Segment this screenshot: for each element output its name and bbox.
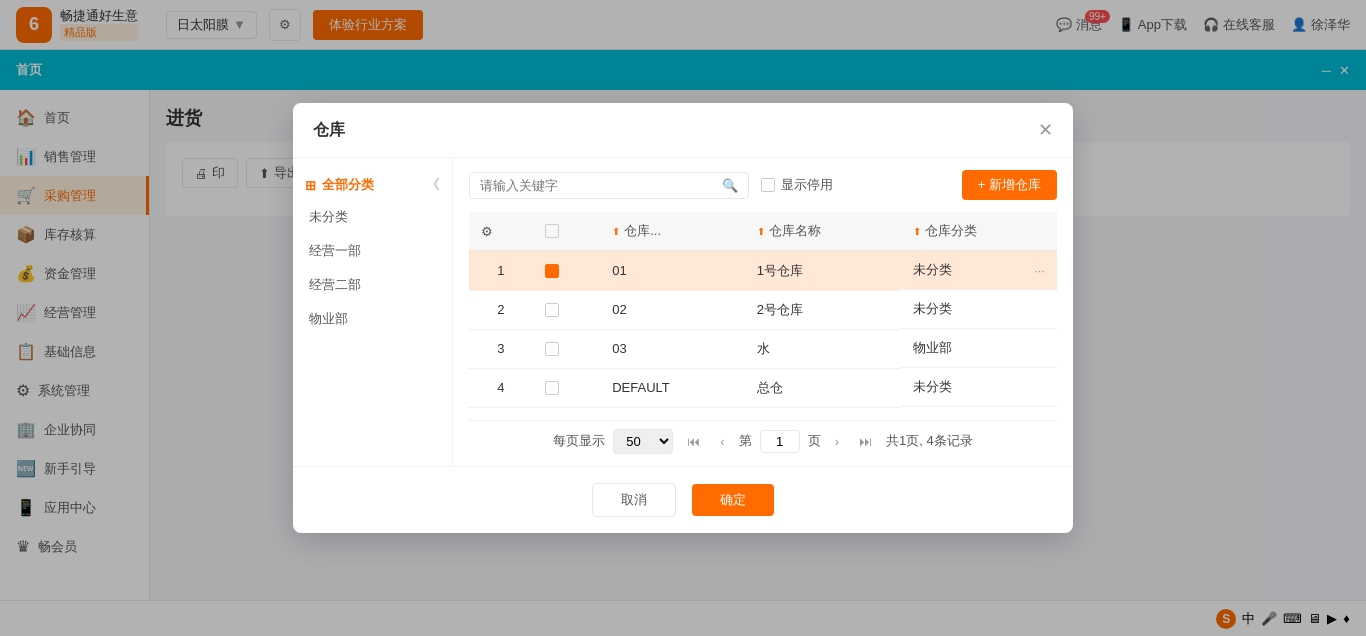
col-name: ⬆ 仓库名称 [745, 212, 901, 251]
row-checkbox-cell [533, 329, 600, 368]
page-suffix: 页 [808, 432, 821, 450]
search-input-wrap: 🔍 [469, 172, 749, 199]
row-num: 3 [469, 329, 533, 368]
first-page-button[interactable]: ⏮ [681, 432, 706, 451]
page-input[interactable] [760, 430, 800, 453]
row-code: DEFAULT [600, 368, 745, 407]
row-more-btn[interactable]: ··· [1034, 263, 1045, 278]
row-checkbox[interactable] [545, 342, 559, 356]
row-category: 物业部 [901, 329, 1057, 368]
row-checkbox-cell [533, 251, 600, 291]
warehouse-modal: 仓库 ✕ ⊞ 全部分类 《 未分类经营一部经营二部物业部 [293, 103, 1073, 533]
row-checkbox[interactable] [545, 381, 559, 395]
per-page-select[interactable]: 50 10 20 100 [613, 429, 673, 454]
modal-close-button[interactable]: ✕ [1038, 119, 1053, 141]
page-label: 第 [739, 432, 752, 450]
table-row[interactable]: 2 02 2号仓库 未分类 [469, 290, 1057, 329]
table-header-row: ⚙ ⬆ 仓库... ⬆ [469, 212, 1057, 251]
category-item-经营二部[interactable]: 经营二部 [293, 268, 452, 302]
category-item-经营一部[interactable]: 经营一部 [293, 234, 452, 268]
table-toolbar: 🔍 显示停用 + 新增仓库 [469, 170, 1057, 200]
row-num: 1 [469, 251, 533, 291]
row-code: 03 [600, 329, 745, 368]
category-item-物业部[interactable]: 物业部 [293, 302, 452, 336]
row-checkbox[interactable] [545, 264, 559, 278]
category-header: ⊞ 全部分类 《 [293, 170, 452, 200]
table-panel: 🔍 显示停用 + 新增仓库 ⚙ [453, 158, 1073, 466]
show-disabled-checkbox[interactable] [761, 178, 775, 192]
col-gear: ⚙ [469, 212, 533, 251]
table-row[interactable]: 1 01 1号仓库 未分类 ··· [469, 251, 1057, 291]
all-category-label: 全部分类 [322, 176, 374, 194]
all-category-item[interactable]: ⊞ 全部分类 [305, 176, 374, 194]
collapse-button[interactable]: 《 [426, 176, 440, 194]
row-name: 水 [745, 329, 901, 368]
show-disabled-label: 显示停用 [781, 176, 833, 194]
category-items: 未分类经营一部经营二部物业部 [293, 200, 452, 336]
table-head: ⚙ ⬆ 仓库... ⬆ [469, 212, 1057, 251]
row-checkbox[interactable] [545, 303, 559, 317]
confirm-button[interactable]: 确定 [692, 484, 774, 516]
row-checkbox-cell [533, 290, 600, 329]
show-disabled-toggle[interactable]: 显示停用 [761, 176, 833, 194]
cancel-button[interactable]: 取消 [592, 483, 676, 517]
sort-icon-cat: ⬆ [913, 226, 921, 237]
sort-icon-name: ⬆ [757, 226, 765, 237]
row-category: 未分类 [901, 368, 1057, 407]
header-checkbox[interactable] [545, 224, 559, 238]
page-total: 共1页, 4条记录 [886, 432, 973, 450]
col-category: ⬆ 仓库分类 [901, 212, 1057, 251]
table-row[interactable]: 3 03 水 物业部 [469, 329, 1057, 368]
prev-page-button[interactable]: ‹ [714, 432, 730, 451]
category-panel: ⊞ 全部分类 《 未分类经营一部经营二部物业部 [293, 158, 453, 466]
next-page-button[interactable]: › [829, 432, 845, 451]
table-body: 1 01 1号仓库 未分类 ··· 2 02 2号仓库 未分类 3 [469, 251, 1057, 408]
modal-header: 仓库 ✕ [293, 103, 1073, 158]
row-name: 2号仓库 [745, 290, 901, 329]
modal-title: 仓库 [313, 120, 345, 141]
col-code: ⬆ 仓库... [600, 212, 745, 251]
row-checkbox-cell [533, 368, 600, 407]
warehouse-table: ⚙ ⬆ 仓库... ⬆ [469, 212, 1057, 408]
last-page-button[interactable]: ⏭ [853, 432, 878, 451]
modal-footer: 取消 确定 [293, 466, 1073, 533]
pagination: 每页显示 50 10 20 100 ⏮ ‹ 第 页 › ⏭ 共1页, 4条记录 [469, 420, 1057, 454]
search-input[interactable] [480, 178, 722, 193]
grid-icon: ⊞ [305, 178, 316, 193]
row-category: 未分类 ··· [901, 251, 1057, 290]
row-category: 未分类 [901, 290, 1057, 329]
table-row[interactable]: 4 DEFAULT 总仓 未分类 [469, 368, 1057, 407]
row-name: 总仓 [745, 368, 901, 407]
gear-col-icon: ⚙ [481, 224, 493, 239]
row-code: 01 [600, 251, 745, 291]
table-container: ⚙ ⬆ 仓库... ⬆ [469, 212, 1057, 408]
category-item-未分类[interactable]: 未分类 [293, 200, 452, 234]
row-code: 02 [600, 290, 745, 329]
row-name: 1号仓库 [745, 251, 901, 291]
row-num: 2 [469, 290, 533, 329]
modal-body: ⊞ 全部分类 《 未分类经营一部经营二部物业部 🔍 [293, 158, 1073, 466]
search-icon[interactable]: 🔍 [722, 178, 738, 193]
modal-overlay[interactable]: 仓库 ✕ ⊞ 全部分类 《 未分类经营一部经营二部物业部 [0, 0, 1366, 636]
per-page-label: 每页显示 [553, 432, 605, 450]
add-warehouse-button[interactable]: + 新增仓库 [962, 170, 1057, 200]
col-checkbox [533, 212, 600, 251]
row-num: 4 [469, 368, 533, 407]
sort-icon: ⬆ [612, 226, 620, 237]
